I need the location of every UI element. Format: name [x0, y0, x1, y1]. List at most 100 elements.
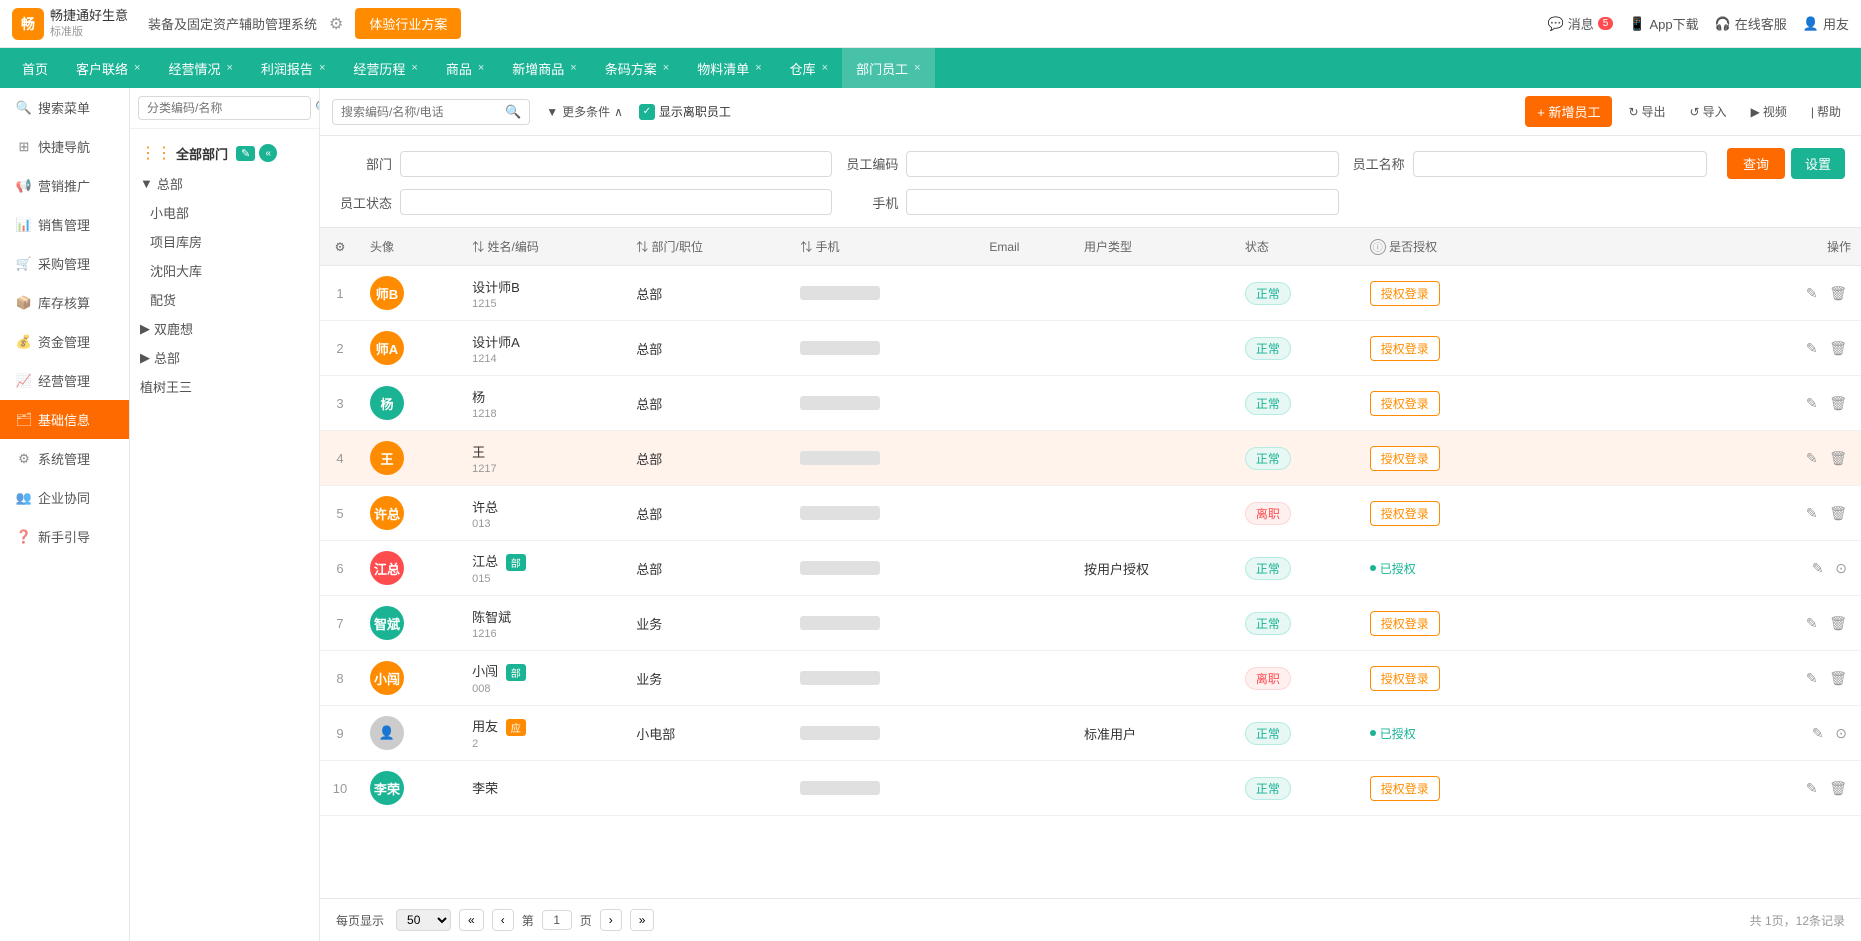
delete-button-4[interactable]: 🗑	[1825, 448, 1851, 469]
delete-button-9[interactable]: ⊙	[1831, 723, 1851, 744]
delete-button-1[interactable]: 🗑	[1825, 283, 1851, 304]
sidebar-item-search[interactable]: 🔍 搜索菜单	[0, 88, 129, 127]
tab-operation[interactable]: 经营情况 ×	[154, 48, 246, 88]
dept-search-input[interactable]	[138, 96, 311, 120]
dept-all-item[interactable]: ⋮⋮ 全部部门 ✎ «	[130, 137, 319, 169]
sidebar-item-inventory[interactable]: 📦 库存核算	[0, 283, 129, 322]
page-size-select[interactable]: 50 100 200	[396, 909, 451, 931]
tab-material-close[interactable]: ×	[755, 62, 761, 74]
settings-gear-button[interactable]: ⚙	[325, 10, 347, 38]
auth-button-4[interactable]: 授权登录	[1370, 446, 1440, 471]
dept-group-zongbu-title[interactable]: ▼ 总部	[130, 169, 319, 198]
help-button[interactable]: | 帮助	[1803, 99, 1849, 124]
edit-button-5[interactable]: ✎	[1802, 503, 1822, 524]
tab-operation-close[interactable]: ×	[226, 62, 232, 74]
edit-button-1[interactable]: ✎	[1802, 283, 1822, 304]
auth-info-icon[interactable]: ⓘ	[1370, 239, 1386, 255]
sidebar-item-operation[interactable]: 📈 经营管理	[0, 361, 129, 400]
auth-button-2[interactable]: 授权登录	[1370, 336, 1440, 361]
dept-collapse-button[interactable]: «	[259, 144, 277, 162]
search-query-button[interactable]: 查询	[1727, 148, 1785, 179]
edit-button-10[interactable]: ✎	[1802, 778, 1822, 799]
dept-item-xiangmu[interactable]: 项目库房	[130, 227, 319, 256]
tab-department[interactable]: 部门员工 ×	[842, 48, 934, 88]
delete-button-7[interactable]: 🗑	[1825, 613, 1851, 634]
tab-newgoods-close[interactable]: ×	[570, 62, 576, 74]
dept-item-shenyang[interactable]: 沈阳大库	[130, 256, 319, 285]
col-dept[interactable]: ⇅ 部门/职位	[626, 228, 790, 266]
sidebar-item-purchase[interactable]: 🛒 采购管理	[0, 244, 129, 283]
dept-group-shuanglu-title[interactable]: ▶ 双鹿想	[130, 314, 319, 343]
delete-button-8[interactable]: 🗑	[1825, 668, 1851, 689]
phone-input[interactable]	[906, 189, 1338, 215]
emp-name-input[interactable]	[1413, 151, 1707, 177]
tab-profit[interactable]: 利润报告 ×	[247, 48, 339, 88]
tab-newgoods[interactable]: 新增商品 ×	[498, 48, 590, 88]
auth-button-5[interactable]: 授权登录	[1370, 501, 1440, 526]
first-page-button[interactable]: «	[459, 909, 484, 931]
sidebar-item-finance[interactable]: 💰 资金管理	[0, 322, 129, 361]
tab-goods[interactable]: 商品 ×	[432, 48, 498, 88]
auth-button-3[interactable]: 授权登录	[1370, 391, 1440, 416]
trial-button[interactable]: 体验行业方案	[355, 8, 461, 39]
auth-button-1[interactable]: 授权登录	[1370, 281, 1440, 306]
auth-button-8[interactable]: 授权登录	[1370, 666, 1440, 691]
prev-page-button[interactable]: ‹	[492, 909, 514, 931]
edit-button-4[interactable]: ✎	[1802, 448, 1822, 469]
export-button[interactable]: ↻ 导出	[1620, 99, 1673, 124]
sidebar-item-quick[interactable]: ⊞ 快捷导航	[0, 127, 129, 166]
table-settings-icon[interactable]: ⚙	[335, 240, 346, 254]
next-page-button[interactable]: ›	[600, 909, 622, 931]
delete-button-6[interactable]: ⊙	[1831, 558, 1851, 579]
dept-group-zhishu-title[interactable]: 植树王三	[130, 372, 319, 401]
delete-button-10[interactable]: 🗑	[1825, 778, 1851, 799]
app-download-button[interactable]: 📱 App下载	[1629, 14, 1698, 33]
edit-button-8[interactable]: ✎	[1802, 668, 1822, 689]
sidebar-item-guide[interactable]: ❓ 新手引导	[0, 517, 129, 556]
tab-customer-close[interactable]: ×	[134, 62, 140, 74]
user-button[interactable]: 👤 用友	[1803, 14, 1849, 33]
tab-barcode[interactable]: 条码方案 ×	[591, 48, 683, 88]
message-button[interactable]: 💬 消息 5	[1548, 14, 1614, 33]
tab-warehouse-close[interactable]: ×	[822, 62, 828, 74]
delete-button-3[interactable]: 🗑	[1825, 393, 1851, 414]
sidebar-item-corp[interactable]: 👥 企业协同	[0, 478, 129, 517]
last-page-button[interactable]: »	[630, 909, 655, 931]
edit-button-3[interactable]: ✎	[1802, 393, 1822, 414]
tab-customer[interactable]: 客户联络 ×	[62, 48, 154, 88]
tab-department-close[interactable]: ×	[914, 62, 920, 74]
delete-button-2[interactable]: 🗑	[1825, 338, 1851, 359]
add-employee-button[interactable]: + 新增员工	[1525, 96, 1612, 127]
search-settings-button[interactable]: 设置	[1791, 148, 1845, 179]
dept-select[interactable]	[400, 151, 832, 177]
search-input[interactable]	[341, 105, 501, 119]
delete-button-5[interactable]: 🗑	[1825, 503, 1851, 524]
emp-status-select[interactable]	[400, 189, 832, 215]
sidebar-item-sales[interactable]: 📊 销售管理	[0, 205, 129, 244]
col-phone[interactable]: ⇅ 手机	[790, 228, 979, 266]
dept-group-zongbu2-title[interactable]: ▶ 总部	[130, 343, 319, 372]
online-support-button[interactable]: 🎧 在线客服	[1715, 14, 1787, 33]
view-button[interactable]: ▶ 视频	[1743, 99, 1795, 124]
tab-history[interactable]: 经营历程 ×	[339, 48, 431, 88]
col-name-code[interactable]: ⇅ 姓名/编码	[462, 228, 626, 266]
tab-history-close[interactable]: ×	[411, 62, 417, 74]
tab-barcode-close[interactable]: ×	[663, 62, 669, 74]
sidebar-item-system[interactable]: ⚙ 系统管理	[0, 439, 129, 478]
edit-button-6[interactable]: ✎	[1808, 558, 1828, 579]
sidebar-item-marketing[interactable]: 📢 营销推广	[0, 166, 129, 205]
auth-button-7[interactable]: 授权登录	[1370, 611, 1440, 636]
dept-edit-icon[interactable]: ✎	[236, 146, 255, 161]
tab-home[interactable]: 首页	[8, 48, 62, 88]
import-button[interactable]: ↺ 导入	[1682, 99, 1735, 124]
show-resign-checkbox[interactable]: ✓ 显示离职员工	[639, 103, 731, 120]
sidebar-item-basic[interactable]: 🗂 基础信息	[0, 400, 129, 439]
tab-profit-close[interactable]: ×	[319, 62, 325, 74]
dept-item-xiaodibu[interactable]: 小电部	[130, 198, 319, 227]
edit-button-2[interactable]: ✎	[1802, 338, 1822, 359]
tab-warehouse[interactable]: 仓库 ×	[776, 48, 842, 88]
tab-material[interactable]: 物料清单 ×	[683, 48, 775, 88]
more-filter-button[interactable]: ▼ 更多条件 ∧	[538, 99, 631, 124]
dept-item-peihuo[interactable]: 配货	[130, 285, 319, 314]
auth-button-10[interactable]: 授权登录	[1370, 776, 1440, 801]
